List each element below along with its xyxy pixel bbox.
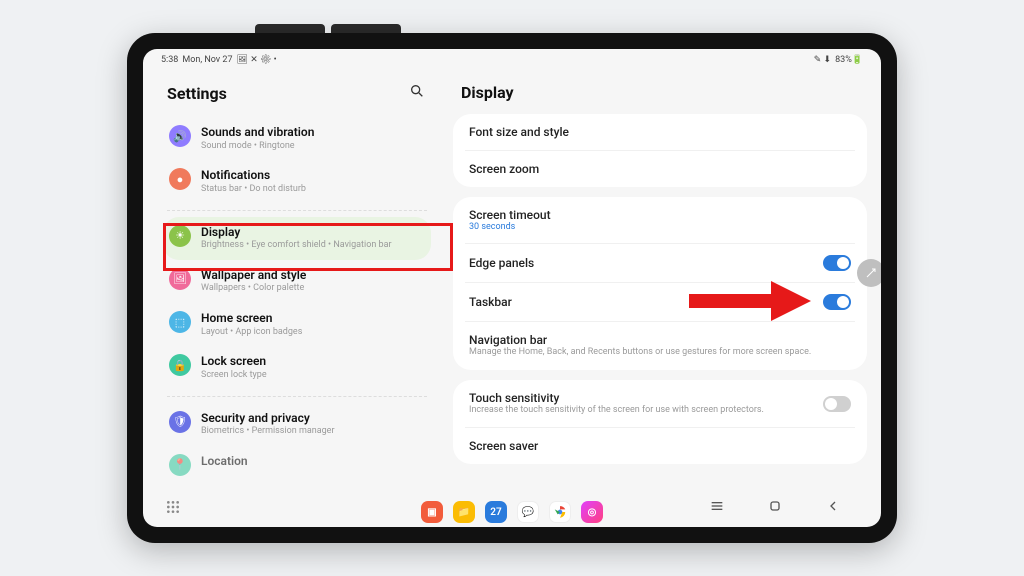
home-icon: ⬚ (169, 311, 191, 333)
sidebar-item-sub: Status bar • Do not disturb (201, 184, 425, 196)
sounds-icon: 🔊 (169, 125, 191, 147)
page-title: Display (453, 79, 867, 114)
edge-panels-toggle[interactable] (823, 255, 851, 271)
sidebar-item-sub: Screen lock type (201, 370, 425, 382)
sidebar-divider (167, 396, 427, 397)
status-bar: 5:38 Mon, Nov 27 🖼 ✕ ⚙ • ✎ ⬇ 83%🔋 (143, 49, 881, 71)
navigation-bar: ▣ 📁 27 💬 ◎ (143, 493, 881, 527)
edge-panel-handle[interactable] (857, 259, 881, 287)
nav-recents[interactable] (709, 498, 725, 518)
taskbar-toggle[interactable] (823, 294, 851, 310)
search-icon[interactable] (409, 83, 425, 103)
notifications-icon: ● (169, 168, 191, 190)
sidebar-item-label: Wallpaper and style (201, 268, 425, 284)
settings-group: Font size and style Screen zoom (453, 114, 867, 187)
sidebar-item-label: Lock screen (201, 354, 425, 370)
nav-home[interactable] (767, 498, 783, 518)
row-touch-sensitivity[interactable]: Touch sensitivity Increase the touch sen… (453, 380, 867, 428)
sidebar-item-notifications[interactable]: ● Notifications Status bar • Do not dist… (163, 160, 431, 203)
sidebar-divider (167, 210, 427, 211)
sidebar-item-homescreen[interactable]: ⬚ Home screen Layout • App icon badges (163, 303, 431, 346)
sidebar-item-label: Notifications (201, 168, 425, 184)
sidebar-item-label: Security and privacy (201, 411, 425, 427)
sidebar-item-wallpaper[interactable]: 🖼 Wallpaper and style Wallpapers • Color… (163, 260, 431, 303)
sidebar-item-sub: Sound mode • Ringtone (201, 141, 425, 153)
status-left-icons: 🖼 ✕ ⚙ • (237, 55, 277, 65)
status-battery: 83%🔋 (835, 55, 863, 65)
sidebar-item-sub: Layout • App icon badges (201, 327, 425, 339)
sidebar-item-sub: Brightness • Eye comfort shield • Naviga… (201, 240, 425, 252)
sidebar-item-sub: Wallpapers • Color palette (201, 283, 425, 295)
row-screen-saver[interactable]: Screen saver (453, 428, 867, 464)
sidebar-item-label: Location (201, 454, 425, 470)
dock-app-messages[interactable]: 💬 (517, 501, 539, 523)
sidebar-item-security[interactable]: 🛡 Security and privacy Biometrics • Perm… (163, 403, 431, 446)
lock-icon: 🔒 (169, 354, 191, 376)
settings-group: Screen timeout 30 seconds Edge panels Ta… (453, 197, 867, 370)
screen: 5:38 Mon, Nov 27 🖼 ✕ ⚙ • ✎ ⬇ 83%🔋 Settin… (143, 49, 881, 527)
row-edge-panels[interactable]: Edge panels (453, 244, 867, 282)
sidebar-item-label: Home screen (201, 311, 425, 327)
dock-app-calendar[interactable]: 27 (485, 501, 507, 523)
taskbar-dock: ▣ 📁 27 💬 ◎ (421, 501, 603, 523)
status-time: 5:38 (161, 55, 178, 65)
status-right-icons: ✎ ⬇ (814, 55, 831, 65)
settings-title: Settings (167, 84, 227, 103)
touch-sensitivity-toggle[interactable] (823, 396, 851, 412)
dock-app-1[interactable]: ▣ (421, 501, 443, 523)
settings-group: Touch sensitivity Increase the touch sen… (453, 380, 867, 465)
apps-grid-icon[interactable] (165, 499, 181, 519)
tablet-frame: 5:38 Mon, Nov 27 🖼 ✕ ⚙ • ✎ ⬇ 83%🔋 Settin… (127, 33, 897, 543)
security-icon: 🛡 (169, 411, 191, 433)
sidebar-item-label: Display (201, 225, 425, 241)
location-icon: 📍 (169, 454, 191, 476)
dock-app-6[interactable]: ◎ (581, 501, 603, 523)
row-screen-timeout[interactable]: Screen timeout 30 seconds (453, 197, 867, 243)
sidebar-item-label: Sounds and vibration (201, 125, 425, 141)
row-taskbar[interactable]: Taskbar (453, 283, 867, 321)
sidebar-item-sounds[interactable]: 🔊 Sounds and vibration Sound mode • Ring… (163, 117, 431, 160)
wallpaper-icon: 🖼 (169, 268, 191, 290)
row-screen-zoom[interactable]: Screen zoom (453, 151, 867, 187)
main-panel: Display Font size and style Screen zoom … (443, 71, 881, 493)
sidebar-item-location[interactable]: 📍 Location (163, 446, 431, 484)
row-navigation-bar[interactable]: Navigation bar Manage the Home, Back, an… (453, 322, 867, 370)
nav-back[interactable] (825, 498, 841, 518)
content-area: Settings 🔊 Sounds and vibration Sound mo… (143, 71, 881, 493)
dock-app-2[interactable]: 📁 (453, 501, 475, 523)
sidebar-item-sub: Biometrics • Permission manager (201, 426, 425, 438)
settings-sidebar: Settings 🔊 Sounds and vibration Sound mo… (143, 71, 443, 493)
dock-app-chrome[interactable] (549, 501, 571, 523)
status-date: Mon, Nov 27 (182, 55, 232, 65)
row-font-size[interactable]: Font size and style (453, 114, 867, 150)
display-icon: ☀ (169, 225, 191, 247)
sidebar-item-display[interactable]: ☀ Display Brightness • Eye comfort shiel… (163, 217, 431, 260)
sidebar-item-lockscreen[interactable]: 🔒 Lock screen Screen lock type (163, 346, 431, 389)
